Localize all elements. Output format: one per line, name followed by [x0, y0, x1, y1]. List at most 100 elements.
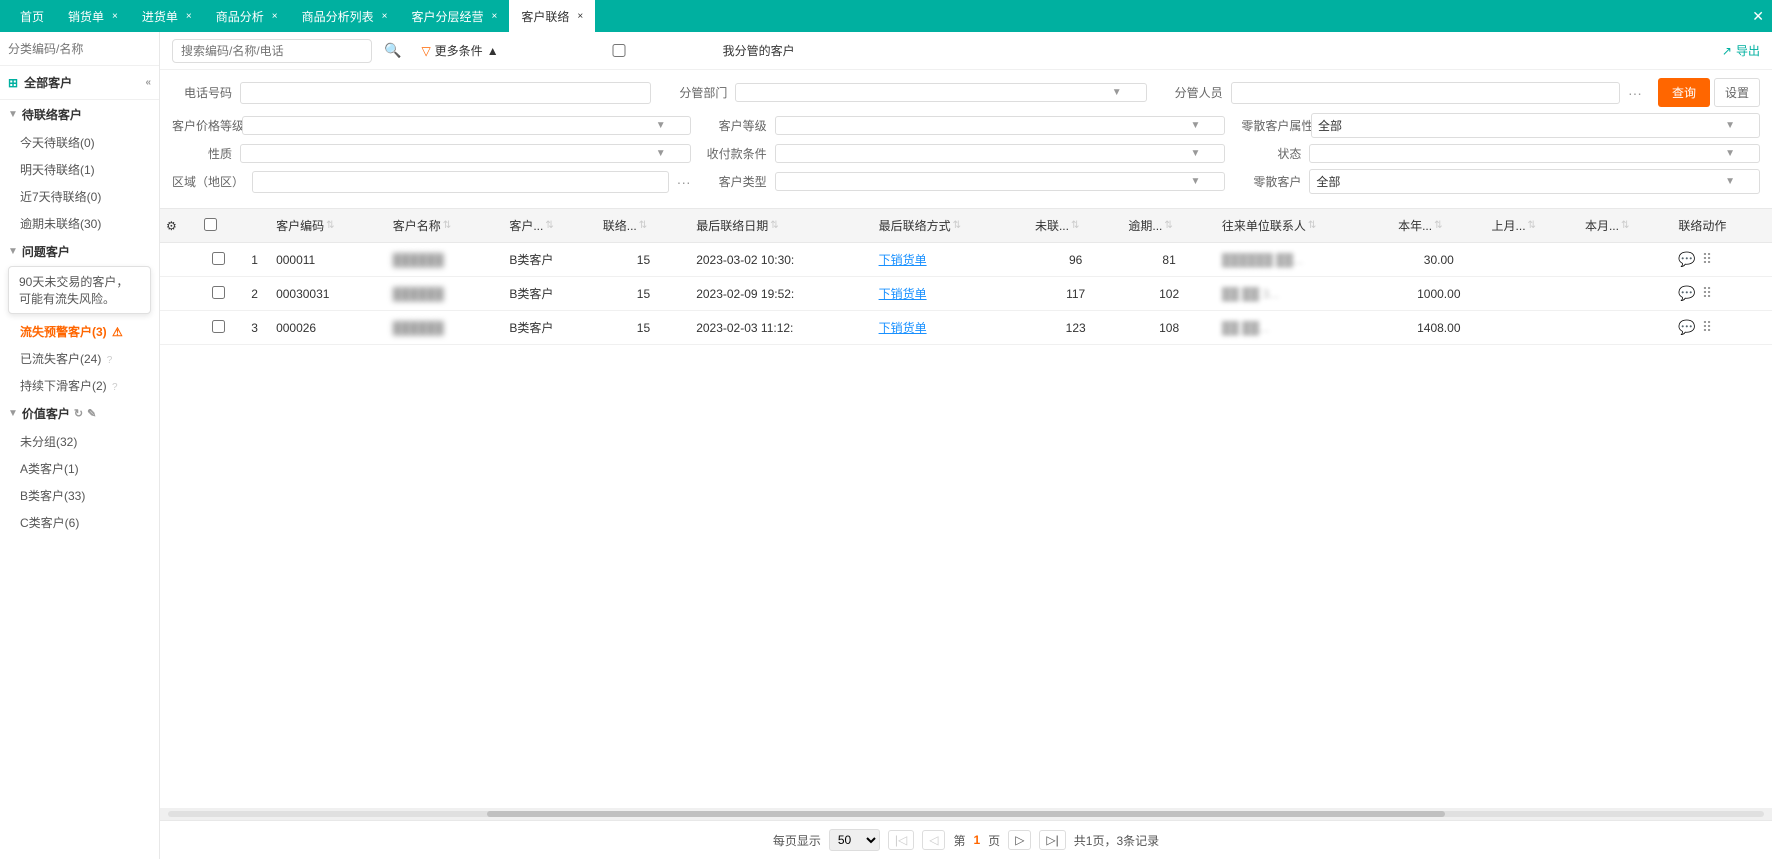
contact-icon-1[interactable]: 💬 — [1678, 285, 1695, 302]
th-unit-contact[interactable]: 往来单位联系人 ⇅ — [1216, 209, 1392, 243]
manager-input[interactable] — [1231, 82, 1620, 104]
status-arrow: ▼ — [1725, 148, 1735, 159]
th-this-year[interactable]: 本年... ⇅ — [1392, 209, 1485, 243]
per-page-select[interactable]: 50 100 — [829, 829, 880, 851]
th-settings[interactable]: ⚙ — [160, 209, 198, 243]
phone-input[interactable] — [240, 82, 651, 104]
next-page-btn[interactable]: ▷ — [1008, 830, 1031, 850]
more-actions-icon-2[interactable]: ⠿ — [1702, 319, 1712, 336]
sidebar-item-ungrouped[interactable]: 未分组(32) — [0, 428, 159, 455]
th-overdue[interactable]: 逾期... ⇅ — [1122, 209, 1215, 243]
retail-attr-dropdown[interactable]: 全部 ▼ — [1311, 113, 1760, 138]
more-actions-icon-1[interactable]: ⠿ — [1702, 285, 1712, 302]
tab-customer-contact[interactable]: 客户联络 × — [509, 0, 595, 32]
sidebar-all-customers[interactable]: ⊞ 全部客户 « — [0, 66, 159, 100]
export-btn[interactable]: ↗ 导出 — [1722, 42, 1760, 59]
region-more-btn[interactable]: ··· — [677, 174, 691, 190]
sidebar-group-problem-title[interactable]: ▼ 问题客户 — [0, 237, 159, 266]
manager-more-btn[interactable]: ··· — [1628, 85, 1642, 101]
th-last-method[interactable]: 最后联络方式 ⇅ — [873, 209, 1029, 243]
sidebar-item-churn-warning[interactable]: 流失预警客户(3) ⚠ — [0, 318, 159, 345]
settings-btn[interactable]: 设置 — [1714, 78, 1760, 107]
select-all-checkbox[interactable] — [204, 218, 217, 231]
row-checkbox-0[interactable] — [212, 252, 225, 265]
sidebar-item-churned[interactable]: 已流失客户(24) ? — [0, 345, 159, 372]
scrollbar-thumb[interactable] — [487, 811, 1445, 817]
tab-customer-contact-close[interactable]: × — [577, 11, 583, 22]
edit-icon[interactable]: ✎ — [87, 407, 96, 420]
first-page-btn[interactable]: |◁ — [888, 830, 914, 850]
price-level-dropdown[interactable]: ▼ — [242, 116, 691, 135]
sidebar-item-7days[interactable]: 近7天待联络(0) — [0, 183, 159, 210]
tab-product-list[interactable]: 商品分析列表 × — [290, 0, 400, 32]
th-checkbox[interactable] — [198, 209, 239, 243]
tab-sales[interactable]: 销货单 × — [56, 0, 130, 32]
top-nav: 首页 销货单 × 进货单 × 商品分析 × 商品分析列表 × 客户分层经营 × … — [0, 0, 1772, 32]
retail-customer-dropdown[interactable]: 全部 ▼ — [1309, 169, 1760, 194]
th-last-date[interactable]: 最后联络日期 ⇅ — [690, 209, 872, 243]
tab-customer-tier-close[interactable]: × — [491, 11, 497, 22]
th-name[interactable]: 客户名称 ⇅ — [387, 209, 504, 243]
tab-purchase-close[interactable]: × — [186, 11, 192, 22]
tab-customer-tier[interactable]: 客户分层经营 × — [399, 0, 509, 32]
department-dropdown[interactable]: ▼ — [735, 83, 1146, 102]
sort-icon-name: ⇅ — [443, 220, 451, 231]
search-icon-btn[interactable]: 🔍 — [384, 42, 401, 59]
department-label: 分管部门 — [667, 84, 727, 101]
th-code[interactable]: 客户编码 ⇅ — [270, 209, 387, 243]
sidebar-item-today[interactable]: 今天待联络(0) — [0, 129, 159, 156]
th-last-month[interactable]: 上月... ⇅ — [1486, 209, 1579, 243]
search-input[interactable] — [172, 39, 372, 63]
cell-checkbox-0[interactable] — [198, 243, 239, 277]
sidebar-group-pending-title[interactable]: ▼ 待联络客户 — [0, 100, 159, 129]
cell-checkbox-1[interactable] — [198, 277, 239, 311]
sidebar-group-value-title[interactable]: ▼ 价值客户 ↻ ✎ — [0, 399, 159, 428]
sidebar-item-tomorrow[interactable]: 明天待联络(1) — [0, 156, 159, 183]
more-actions-icon-0[interactable]: ⠿ — [1702, 251, 1712, 268]
tab-product-analysis[interactable]: 商品分析 × — [204, 0, 290, 32]
tab-purchase[interactable]: 进货单 × — [130, 0, 204, 32]
th-type[interactable]: 客户... ⇅ — [503, 209, 596, 243]
sidebar-item-b-class[interactable]: B类客户(33) — [0, 482, 159, 509]
cell-name-1: ██████ — [387, 277, 504, 311]
query-btn[interactable]: 查询 — [1658, 78, 1710, 107]
th-contact[interactable]: 联络... ⇅ — [597, 209, 690, 243]
tab-product-list-close[interactable]: × — [382, 11, 388, 22]
region-input[interactable] — [252, 171, 669, 193]
cell-checkbox-2[interactable] — [198, 311, 239, 345]
gender-dropdown[interactable]: ▼ — [240, 144, 691, 163]
sidebar-collapse-icon[interactable]: « — [145, 77, 151, 88]
sidebar-search-input[interactable] — [8, 42, 160, 56]
refresh-icon[interactable]: ↻ — [74, 407, 83, 420]
contact-icon-0[interactable]: 💬 — [1678, 251, 1695, 268]
last-method-link-1[interactable]: 下销货单 — [879, 287, 927, 301]
th-uncontacted[interactable]: 未联... ⇅ — [1029, 209, 1122, 243]
sidebar-item-a-class[interactable]: A类客户(1) — [0, 455, 159, 482]
sidebar-item-declining[interactable]: 持续下滑客户(2) ? — [0, 372, 159, 399]
last-method-link-2[interactable]: 下销货单 — [879, 321, 927, 335]
tab-sales-close[interactable]: × — [112, 11, 118, 22]
tab-product-analysis-close[interactable]: × — [272, 11, 278, 22]
my-customers-label[interactable]: 我分管的客户 — [519, 42, 795, 59]
horizontal-scrollbar[interactable] — [160, 808, 1772, 820]
payment-dropdown[interactable]: ▼ — [775, 144, 1226, 163]
my-customers-checkbox[interactable] — [519, 44, 719, 57]
last-page-btn[interactable]: ▷| — [1039, 830, 1065, 850]
more-conditions-btn[interactable]: ▽ 更多条件 ▲ — [413, 38, 506, 63]
row-checkbox-2[interactable] — [212, 320, 225, 333]
th-this-month[interactable]: 本月... ⇅ — [1579, 209, 1672, 243]
th-index — [239, 209, 270, 243]
retail-attr-value: 全部 — [1318, 117, 1342, 134]
customer-type-dropdown[interactable]: ▼ — [775, 172, 1226, 191]
status-dropdown[interactable]: ▼ — [1309, 144, 1760, 163]
customer-level-dropdown[interactable]: ▼ — [775, 116, 1226, 135]
sidebar-item-overdue[interactable]: 逾期未联络(30) — [0, 210, 159, 237]
cell-index-2: 3 — [239, 311, 270, 345]
row-checkbox-1[interactable] — [212, 286, 225, 299]
last-method-link-0[interactable]: 下销货单 — [879, 253, 927, 267]
prev-page-btn[interactable]: ◁ — [922, 830, 945, 850]
contact-icon-2[interactable]: 💬 — [1678, 319, 1695, 336]
nav-close-icon[interactable]: ✕ — [1752, 8, 1764, 25]
sidebar-item-c-class[interactable]: C类客户(6) — [0, 509, 159, 536]
tab-home[interactable]: 首页 — [8, 0, 56, 32]
